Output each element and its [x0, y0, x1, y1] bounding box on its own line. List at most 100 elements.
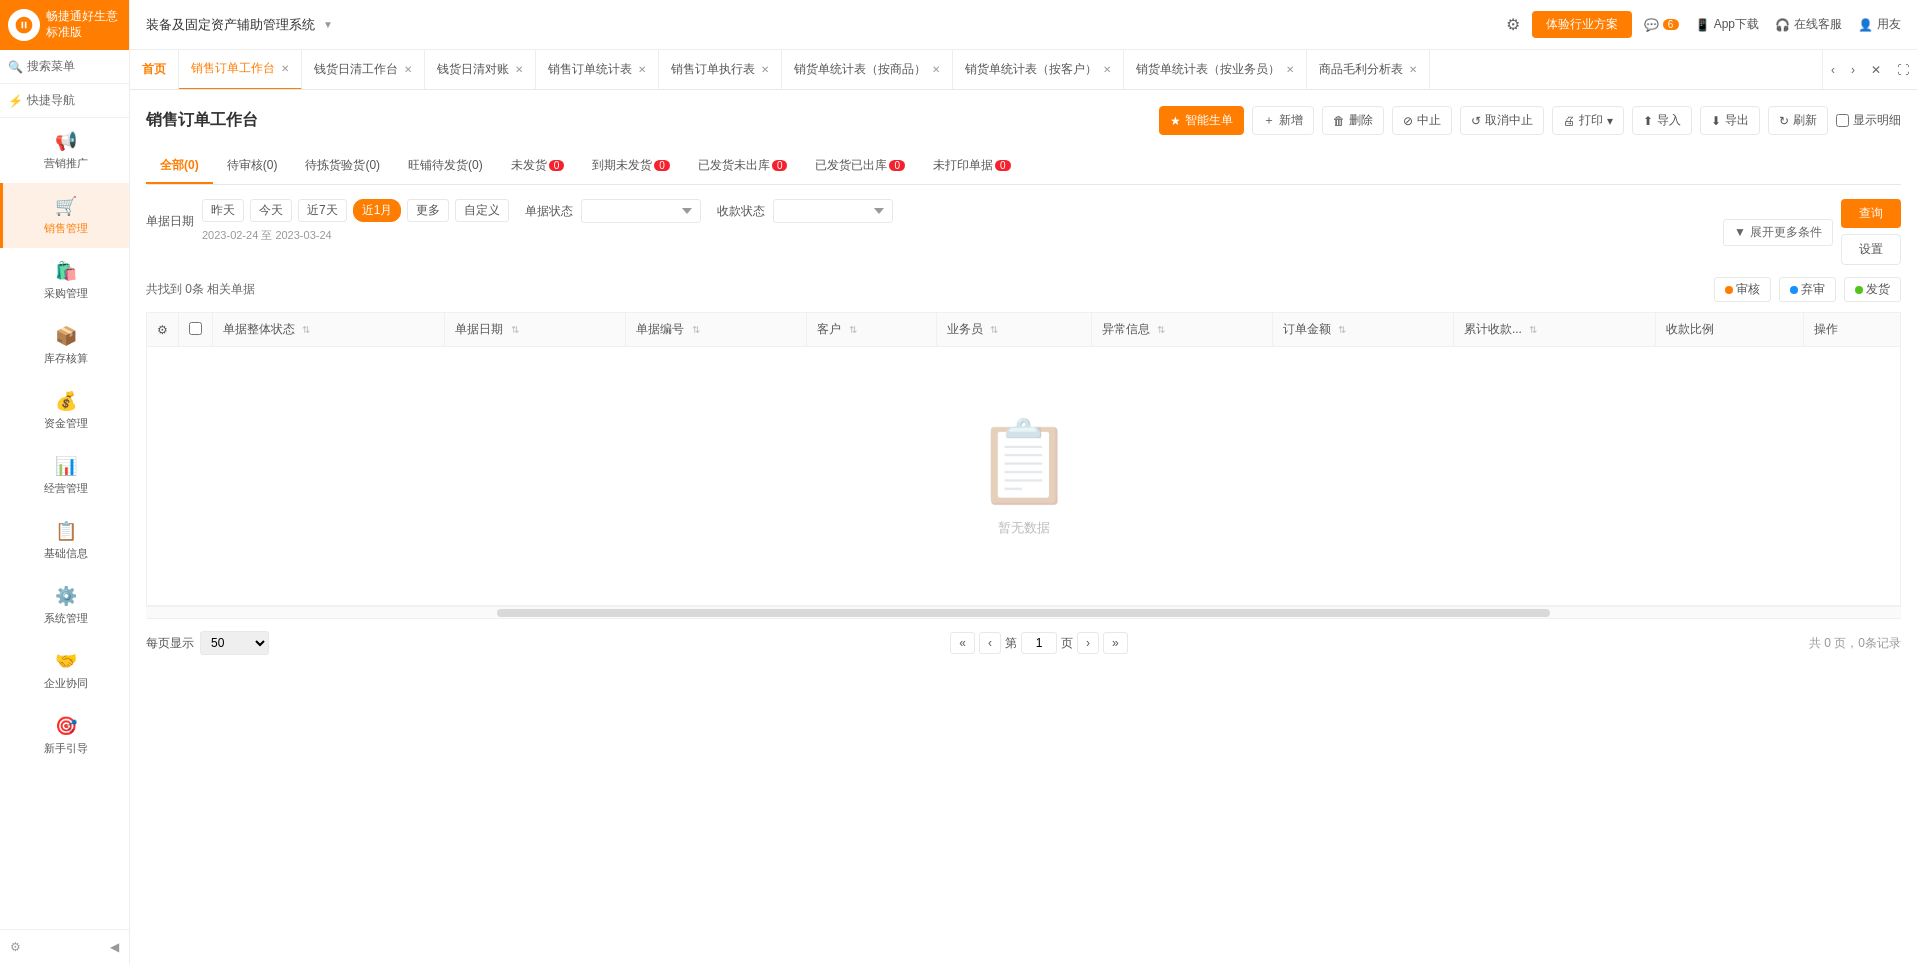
message-action[interactable]: 💬 6 — [1644, 18, 1679, 32]
print-btn[interactable]: 🖨 打印 ▾ — [1552, 106, 1624, 135]
sidebar-item-system[interactable]: ⚙️ 系统管理 — [0, 573, 129, 638]
tab-cash-reconcile[interactable]: 钱货日清对账 ✕ — [425, 50, 536, 90]
next-page-btn[interactable]: › — [1077, 632, 1099, 654]
delete-btn[interactable]: 🗑 删除 — [1322, 106, 1384, 135]
approve-btn[interactable]: 审核 — [1714, 277, 1771, 302]
tab-cash-reconcile-close[interactable]: ✕ — [515, 64, 523, 75]
sort-collected[interactable]: ⇅ — [1529, 324, 1537, 335]
per-page-select[interactable]: 10 20 50 100 — [200, 631, 269, 655]
tab-scroll-right[interactable]: › — [1843, 50, 1863, 90]
query-btn[interactable]: 查询 — [1841, 199, 1901, 228]
sidebar-item-guide[interactable]: 🎯 新手引导 — [0, 703, 129, 768]
sidebar-item-collab[interactable]: 🤝 企业协同 — [0, 638, 129, 703]
tab-sales-summary-customer[interactable]: 销货单统计表（按客户） ✕ — [953, 50, 1124, 90]
refresh-btn[interactable]: ↻ 刷新 — [1768, 106, 1828, 135]
date-btn-today[interactable]: 今天 — [250, 199, 292, 222]
sub-tab-pending-check[interactable]: 待拣货验货(0) — [291, 149, 394, 184]
date-btn-yesterday[interactable]: 昨天 — [202, 199, 244, 222]
add-btn[interactable]: ＋ 新增 — [1252, 106, 1314, 135]
smart-create-btn[interactable]: ★ 智能生单 — [1159, 106, 1244, 135]
sidebar-item-sales[interactable]: 🛒 销售管理 — [0, 183, 129, 248]
sub-tab-not-printed[interactable]: 未打印单据0 — [919, 149, 1025, 184]
date-btn-more[interactable]: 更多 — [407, 199, 449, 222]
sub-tab-expired[interactable]: 到期未发货0 — [578, 149, 684, 184]
app-download-action[interactable]: 📱 App下载 — [1695, 16, 1759, 33]
sub-tab-shipped-not-out[interactable]: 已发货未出库0 — [684, 149, 802, 184]
col-checkbox — [179, 313, 213, 347]
tab-sales-summary-staff-close[interactable]: ✕ — [1286, 64, 1294, 75]
show-detail-checkbox[interactable] — [1836, 114, 1849, 127]
tab-sales-summary-product[interactable]: 销货单统计表（按商品） ✕ — [782, 50, 953, 90]
last-page-btn[interactable]: » — [1103, 632, 1128, 654]
horizontal-scrollbar[interactable] — [146, 606, 1901, 618]
tab-sales-stats-close[interactable]: ✕ — [638, 64, 646, 75]
user-action[interactable]: 👤 用友 — [1858, 16, 1901, 33]
cancel-stop-btn[interactable]: ↺ 取消中止 — [1460, 106, 1544, 135]
tab-home[interactable]: 首页 — [130, 50, 179, 90]
industry-btn[interactable]: 体验行业方案 — [1532, 11, 1632, 38]
sidebar-item-operations[interactable]: 📊 经营管理 — [0, 443, 129, 508]
tab-sales-workbench-close[interactable]: ✕ — [281, 63, 289, 74]
sidebar-search-item[interactable]: 🔍 搜索菜单 — [0, 50, 129, 84]
tab-gross-profit[interactable]: 商品毛利分析表 ✕ — [1307, 50, 1430, 90]
show-detail-checkbox-label[interactable]: 显示明细 — [1836, 112, 1901, 129]
prev-page-btn[interactable]: ‹ — [979, 632, 1001, 654]
sub-tab-all[interactable]: 全部(0) — [146, 149, 213, 184]
date-btn-1month[interactable]: 近1月 — [353, 199, 402, 222]
sidebar-item-basic[interactable]: 📋 基础信息 — [0, 508, 129, 573]
tab-sales-stats[interactable]: 销售订单统计表 ✕ — [536, 50, 659, 90]
tab-close-all[interactable]: ✕ — [1863, 50, 1889, 90]
import-btn[interactable]: ⬆ 导入 — [1632, 106, 1692, 135]
tab-scroll-left[interactable]: ‹ — [1823, 50, 1843, 90]
select-all-checkbox[interactable] — [189, 322, 202, 335]
sidebar-item-marketing[interactable]: 📢 营销推广 — [0, 118, 129, 183]
gear-button[interactable]: ⚙ — [1506, 15, 1520, 34]
sort-date[interactable]: ⇅ — [511, 324, 519, 335]
tab-cash-daily[interactable]: 钱货日清工作台 ✕ — [302, 50, 425, 90]
settings-icon[interactable]: ⚙ — [10, 940, 21, 954]
ship-btn[interactable]: 发货 — [1844, 277, 1901, 302]
tab-sales-summary-customer-close[interactable]: ✕ — [1103, 64, 1111, 75]
collapse-icon[interactable]: ◀ — [110, 940, 119, 954]
sidebar-item-system-label: 系统管理 — [44, 611, 88, 626]
sort-amount[interactable]: ⇅ — [1338, 324, 1346, 335]
sort-abnormal[interactable]: ⇅ — [1157, 324, 1165, 335]
sort-number[interactable]: ⇅ — [692, 324, 700, 335]
tab-sales-summary-product-close[interactable]: ✕ — [932, 64, 940, 75]
setting-btn[interactable]: 设置 — [1841, 234, 1901, 265]
online-service-action[interactable]: 🎧 在线客服 — [1775, 16, 1842, 33]
tab-gross-profit-close[interactable]: ✕ — [1409, 64, 1417, 75]
tab-sales-summary-staff[interactable]: 销货单统计表（按业务员） ✕ — [1124, 50, 1307, 90]
tab-sales-execute[interactable]: 销售订单执行表 ✕ — [659, 50, 782, 90]
cancel-approve-btn[interactable]: 弃审 — [1779, 277, 1836, 302]
first-page-btn[interactable]: « — [950, 632, 975, 654]
sidebar-item-inventory[interactable]: 📦 库存核算 — [0, 313, 129, 378]
sort-customer[interactable]: ⇅ — [849, 324, 857, 335]
sort-staff[interactable]: ⇅ — [990, 324, 998, 335]
sub-tab-wangpu[interactable]: 旺铺待发货(0) — [394, 149, 497, 184]
sub-tab-shipped-out[interactable]: 已发货已出库0 — [801, 149, 919, 184]
tab-cash-daily-close[interactable]: ✕ — [404, 64, 412, 75]
sub-tab-not-shipped[interactable]: 未发货0 — [497, 149, 579, 184]
print-dropdown[interactable]: ▾ — [1607, 114, 1613, 128]
sidebar-item-purchase[interactable]: 🛍️ 采购管理 — [0, 248, 129, 313]
system-dropdown-arrow[interactable]: ▼ — [323, 19, 333, 30]
expand-more-btn[interactable]: ▼ 展开更多条件 — [1723, 219, 1833, 246]
col-number: 单据编号 ⇅ — [626, 313, 807, 347]
export-btn[interactable]: ⬇ 导出 — [1700, 106, 1760, 135]
sort-status[interactable]: ⇅ — [302, 324, 310, 335]
sidebar-item-finance[interactable]: 💰 资金管理 — [0, 378, 129, 443]
date-btn-custom[interactable]: 自定义 — [455, 199, 509, 222]
sub-tab-pending-review[interactable]: 待审核(0) — [213, 149, 292, 184]
tab-fullscreen[interactable]: ⛶ — [1889, 50, 1917, 90]
date-btn-7days[interactable]: 近7天 — [298, 199, 347, 222]
page-input[interactable] — [1021, 632, 1057, 654]
stop-btn[interactable]: ⊘ 中止 — [1392, 106, 1452, 135]
collection-filter-select[interactable] — [773, 199, 893, 223]
per-page-label: 每页显示 — [146, 635, 194, 652]
sidebar-quicknav-item[interactable]: ⚡ 快捷导航 — [0, 84, 129, 118]
status-filter-select[interactable] — [581, 199, 701, 223]
tab-sales-workbench[interactable]: 销售订单工作台 ✕ — [179, 50, 302, 90]
tab-sales-execute-close[interactable]: ✕ — [761, 64, 769, 75]
settings-col-icon[interactable]: ⚙ — [157, 323, 168, 337]
